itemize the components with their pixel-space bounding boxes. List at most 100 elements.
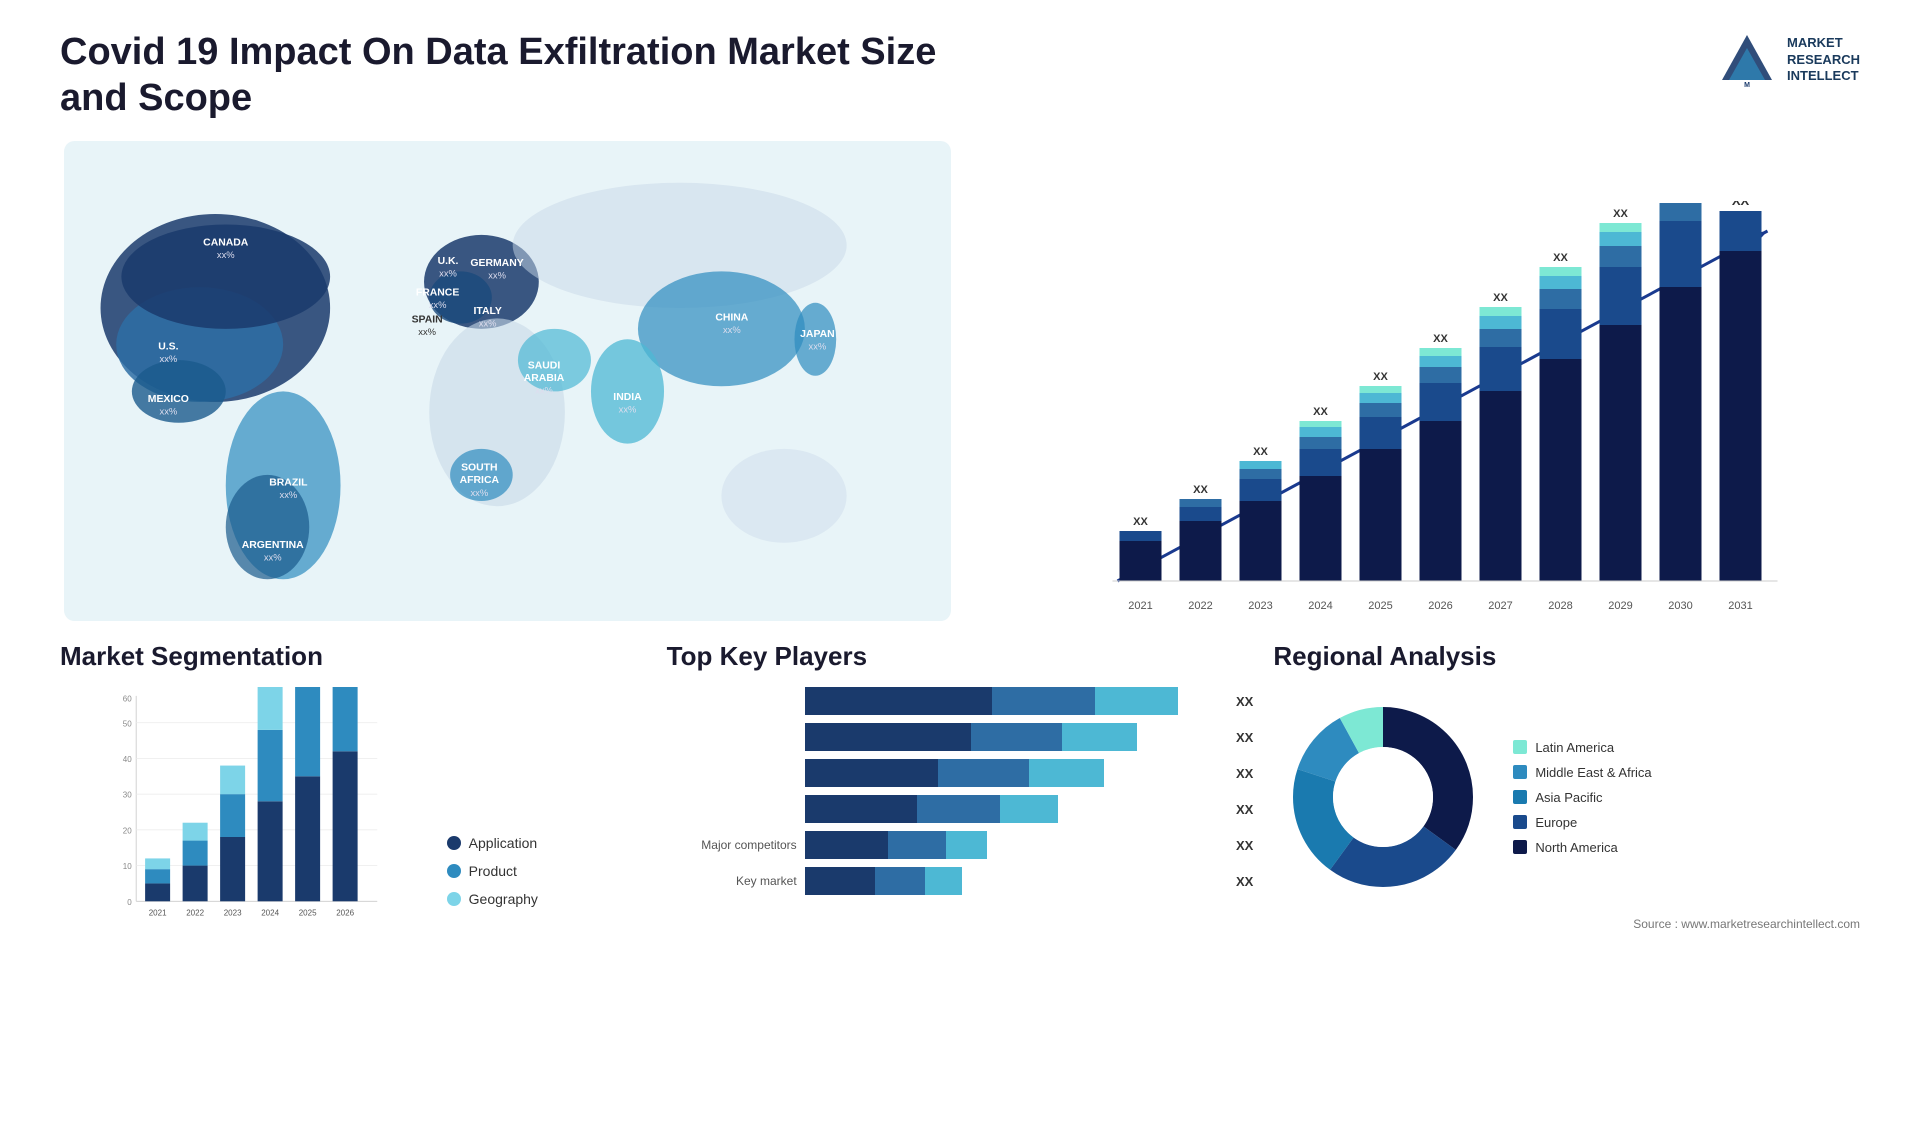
svg-text:AFRICA: AFRICA: [460, 475, 500, 486]
reg-label-mea: Middle East & Africa: [1535, 765, 1651, 780]
reg-label-latin: Latin America: [1535, 740, 1614, 755]
legend-dot-product: [447, 864, 461, 878]
svg-text:xx%: xx%: [217, 249, 235, 260]
svg-text:2022: 2022: [1188, 600, 1212, 612]
svg-text:20: 20: [123, 827, 132, 836]
svg-text:xx%: xx%: [264, 552, 282, 563]
player-bar-3: [805, 759, 1220, 787]
segmentation-section: Market Segmentation 0 10 20 30 40: [60, 641, 647, 937]
svg-text:FRANCE: FRANCE: [416, 288, 459, 299]
svg-text:xx%: xx%: [418, 326, 436, 337]
seg-chart: 0 10 20 30 40 50 60: [60, 687, 427, 937]
page-container: Covid 19 Impact On Data Exfiltration Mar…: [0, 0, 1920, 1146]
svg-text:xx%: xx%: [160, 353, 178, 364]
svg-text:2030: 2030: [1668, 600, 1692, 612]
svg-text:ARABIA: ARABIA: [524, 373, 565, 384]
page-title: Covid 19 Impact On Data Exfiltration Mar…: [60, 30, 960, 121]
svg-text:xx%: xx%: [439, 268, 457, 279]
legend-product: Product: [447, 863, 647, 879]
svg-text:2021: 2021: [1128, 600, 1152, 612]
svg-text:XX: XX: [1193, 484, 1208, 496]
svg-text:U.S.: U.S.: [158, 342, 178, 353]
segmentation-title: Market Segmentation: [60, 641, 647, 672]
logo-container: M MARKET RESEARCH INTELLECT: [1717, 30, 1860, 90]
seg-legend: Application Product Geography: [447, 835, 647, 937]
svg-text:U.K.: U.K.: [438, 256, 459, 267]
svg-text:2024: 2024: [1308, 600, 1332, 612]
player-value-4: XX: [1236, 802, 1253, 817]
player-label-6: Key market: [667, 874, 797, 888]
reg-legend-europe: Europe: [1513, 815, 1651, 830]
reg-color-north-america: [1513, 840, 1527, 854]
svg-text:2028: 2028: [1548, 600, 1572, 612]
player-row-4: XX: [667, 795, 1254, 823]
player-bar-4: [805, 795, 1220, 823]
svg-text:SAUDI: SAUDI: [528, 361, 561, 372]
legend-geography: Geography: [447, 891, 647, 907]
player-value-3: XX: [1236, 766, 1253, 781]
svg-text:MEXICO: MEXICO: [148, 394, 189, 405]
svg-text:SOUTH: SOUTH: [461, 463, 497, 474]
svg-text:40: 40: [123, 755, 132, 764]
svg-text:2026: 2026: [336, 909, 354, 918]
logo-text: MARKET RESEARCH INTELLECT: [1787, 35, 1860, 86]
main-grid: CANADA xx% U.S. xx% MEXICO xx% BRAZIL xx…: [60, 141, 1860, 937]
svg-text:XX: XX: [1553, 252, 1568, 264]
bar-chart-wrapper: XX 2021 XX 2022 XX 2023: [1005, 201, 1860, 621]
svg-text:10: 10: [123, 862, 132, 871]
reg-label-north-america: North America: [1535, 840, 1617, 855]
player-value-1: XX: [1236, 694, 1253, 709]
player-seg2-6: [875, 867, 925, 895]
svg-text:XX: XX: [1732, 201, 1750, 208]
reg-label-apac: Asia Pacific: [1535, 790, 1602, 805]
player-seg3-4: [1000, 795, 1058, 823]
player-row-3: XX: [667, 759, 1254, 787]
player-value-5: XX: [1236, 838, 1253, 853]
svg-text:2029: 2029: [1608, 600, 1632, 612]
svg-text:XX: XX: [1613, 208, 1628, 220]
player-bar-2: [805, 723, 1220, 751]
reg-color-europe: [1513, 815, 1527, 829]
reg-legend-mea: Middle East & Africa: [1513, 765, 1651, 780]
svg-text:2025: 2025: [1368, 600, 1392, 612]
legend-label-product: Product: [469, 863, 517, 879]
svg-text:GERMANY: GERMANY: [470, 258, 523, 269]
player-seg1-6: [805, 867, 876, 895]
player-seg3-1: [1095, 687, 1178, 715]
legend-dot-geography: [447, 892, 461, 906]
svg-text:XX: XX: [1373, 371, 1388, 383]
player-row-6: Key market XX: [667, 867, 1254, 895]
growth-bar-chart: XX 2021 XX 2022 XX 2023: [1005, 201, 1860, 621]
svg-text:SPAIN: SPAIN: [412, 315, 443, 326]
svg-text:CANADA: CANADA: [203, 238, 249, 249]
svg-text:CHINA: CHINA: [715, 313, 748, 324]
svg-text:xx%: xx%: [488, 270, 506, 281]
svg-text:60: 60: [123, 694, 132, 703]
segmentation-chart-svg: 0 10 20 30 40 50 60: [60, 687, 427, 937]
source-text: Source : www.marketresearchintellect.com: [1273, 917, 1860, 931]
svg-text:BRAZIL: BRAZIL: [269, 478, 308, 489]
player-row-2: XX: [667, 723, 1254, 751]
donut-chart: [1273, 687, 1493, 907]
svg-text:JAPAN: JAPAN: [800, 329, 835, 340]
player-seg1-1: [805, 687, 992, 715]
player-label-5: Major competitors: [667, 838, 797, 852]
regional-legend: Latin America Middle East & Africa Asia …: [1513, 740, 1651, 855]
player-seg2-4: [917, 795, 1000, 823]
reg-legend-latin: Latin America: [1513, 740, 1651, 755]
bar-chart-section: XX 2021 XX 2022 XX 2023: [965, 141, 1860, 621]
svg-text:XX: XX: [1493, 292, 1508, 304]
header: Covid 19 Impact On Data Exfiltration Mar…: [60, 30, 1860, 121]
svg-text:2027: 2027: [1488, 600, 1512, 612]
reg-label-europe: Europe: [1535, 815, 1577, 830]
player-seg2-2: [971, 723, 1062, 751]
player-seg2-5: [888, 831, 946, 859]
svg-text:2021: 2021: [149, 909, 167, 918]
svg-text:M: M: [1744, 82, 1750, 89]
svg-text:xx%: xx%: [479, 318, 497, 329]
player-seg1-3: [805, 759, 938, 787]
player-seg2-1: [992, 687, 1096, 715]
reg-legend-north-america: North America: [1513, 840, 1651, 855]
svg-text:ARGENTINA: ARGENTINA: [242, 540, 304, 551]
player-value-6: XX: [1236, 874, 1253, 889]
